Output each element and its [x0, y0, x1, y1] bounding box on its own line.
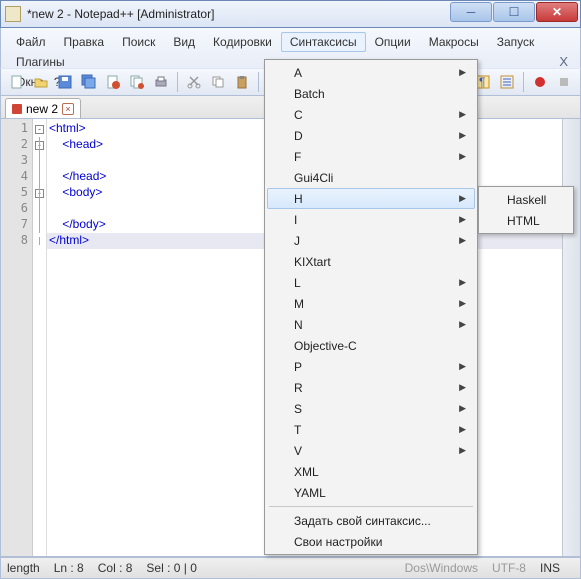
close-button[interactable]: ✕	[536, 2, 578, 22]
submenu-arrow-icon: ▶	[459, 424, 466, 435]
print-button[interactable]	[150, 71, 172, 93]
syntax-item-l[interactable]: L▶	[267, 272, 475, 293]
separator	[177, 72, 178, 92]
maximize-button[interactable]: ☐	[493, 2, 535, 22]
close-doc-button[interactable]: X	[553, 52, 574, 71]
file-tab[interactable]: new 2 ×	[5, 98, 81, 118]
syntax-custom[interactable]: Задать свой синтаксис...	[267, 510, 475, 531]
syntax-item-v[interactable]: V▶	[267, 440, 475, 461]
syntax-item-j[interactable]: J▶	[267, 230, 475, 251]
syntax-item-gui4cli[interactable]: Gui4Cli	[267, 167, 475, 188]
submenu-arrow-icon: ▶	[459, 151, 466, 162]
open-file-button[interactable]	[30, 71, 52, 93]
syntax-item-m[interactable]: M▶	[267, 293, 475, 314]
syntax-item-h[interactable]: H▶	[267, 188, 475, 209]
menu-run[interactable]: Запуск	[488, 32, 544, 52]
syntax-item-r[interactable]: R▶	[267, 377, 475, 398]
syntax-item-objc[interactable]: Objective-C	[267, 335, 475, 356]
fold-icon[interactable]: -	[35, 125, 44, 134]
submenu-arrow-icon: ▶	[459, 298, 466, 309]
tab-label: new 2	[26, 102, 58, 116]
modified-icon	[12, 104, 22, 114]
submenu-html[interactable]: HTML	[481, 210, 571, 231]
menu-plugins[interactable]: Плагины	[7, 52, 74, 72]
stop-macro-button[interactable]	[553, 71, 575, 93]
separator	[523, 72, 524, 92]
line-numbers: 1 2 3 4 5 6 7 8	[1, 119, 33, 556]
status-length: length	[7, 561, 40, 575]
submenu-arrow-icon: ▶	[459, 403, 466, 414]
syntax-item-batch[interactable]: Batch	[267, 83, 475, 104]
save-button[interactable]	[54, 71, 76, 93]
syntax-item-p[interactable]: P▶	[267, 356, 475, 377]
close-all-button[interactable]	[126, 71, 148, 93]
submenu-arrow-icon: ▶	[459, 445, 466, 456]
status-encoding: UTF-8	[492, 561, 526, 575]
syntax-item-n[interactable]: N▶	[267, 314, 475, 335]
submenu-haskell[interactable]: Haskell	[481, 189, 571, 210]
syntax-item-c[interactable]: C▶	[267, 104, 475, 125]
menu-file[interactable]: Файл	[7, 32, 55, 52]
save-all-button[interactable]	[78, 71, 100, 93]
separator	[258, 72, 259, 92]
paste-button[interactable]	[231, 71, 253, 93]
tab-close-button[interactable]: ×	[62, 103, 74, 115]
syntax-item-f[interactable]: F▶	[267, 146, 475, 167]
app-icon	[5, 6, 21, 22]
menu-encoding[interactable]: Кодировки	[204, 32, 281, 52]
submenu-arrow-icon: ▶	[459, 109, 466, 120]
syntax-submenu-h: Haskell HTML	[478, 186, 574, 234]
status-eol: Dos\Windows	[405, 561, 478, 575]
record-macro-button[interactable]	[529, 71, 551, 93]
menu-macros[interactable]: Макросы	[420, 32, 488, 52]
submenu-arrow-icon: ▶	[459, 361, 466, 372]
status-sel: Sel : 0 | 0	[146, 561, 196, 575]
submenu-arrow-icon: ▶	[459, 277, 466, 288]
status-line: Ln : 8	[54, 561, 84, 575]
menu-search[interactable]: Поиск	[113, 32, 164, 52]
close-file-button[interactable]	[102, 71, 124, 93]
fold-margin[interactable]: - - -	[33, 119, 47, 556]
syntax-item-yaml[interactable]: YAML	[267, 482, 475, 503]
titlebar: *new 2 - Notepad++ [Administrator] ─ ☐ ✕	[0, 0, 581, 28]
menu-edit[interactable]: Правка	[55, 32, 114, 52]
submenu-arrow-icon: ▶	[459, 130, 466, 141]
menu-options[interactable]: Опции	[366, 32, 420, 52]
syntax-item-i[interactable]: I▶	[267, 209, 475, 230]
syntax-dropdown: A▶BatchC▶D▶F▶Gui4CliH▶I▶J▶KIXtartL▶M▶N▶O…	[264, 59, 478, 555]
syntax-settings[interactable]: Свои настройки	[267, 531, 475, 552]
copy-button[interactable]	[207, 71, 229, 93]
submenu-arrow-icon: ▶	[459, 235, 466, 246]
status-ins: INS	[540, 561, 560, 575]
vertical-scrollbar[interactable]	[562, 119, 580, 556]
new-file-button[interactable]	[6, 71, 28, 93]
syntax-item-t[interactable]: T▶	[267, 419, 475, 440]
submenu-arrow-icon: ▶	[459, 319, 466, 330]
syntax-item-s[interactable]: S▶	[267, 398, 475, 419]
submenu-arrow-icon: ▶	[459, 214, 466, 225]
syntax-item-d[interactable]: D▶	[267, 125, 475, 146]
indent-guide-button[interactable]	[496, 71, 518, 93]
submenu-arrow-icon: ▶	[459, 382, 466, 393]
menu-syntax[interactable]: Синтаксисы	[281, 32, 366, 52]
syntax-item-a[interactable]: A▶	[267, 62, 475, 83]
submenu-arrow-icon: ▶	[459, 67, 466, 78]
menu-view[interactable]: Вид	[164, 32, 204, 52]
syntax-item-kixtart[interactable]: KIXtart	[267, 251, 475, 272]
cut-button[interactable]	[183, 71, 205, 93]
minimize-button[interactable]: ─	[450, 2, 492, 22]
syntax-item-xml[interactable]: XML	[267, 461, 475, 482]
status-col: Col : 8	[98, 561, 133, 575]
status-bar: length Ln : 8 Col : 8 Sel : 0 | 0 Dos\Wi…	[0, 557, 581, 579]
submenu-arrow-icon: ▶	[459, 193, 466, 204]
window-title: *new 2 - Notepad++ [Administrator]	[27, 7, 214, 21]
menu-separator	[269, 506, 473, 507]
svg-text:¶: ¶	[479, 75, 485, 89]
